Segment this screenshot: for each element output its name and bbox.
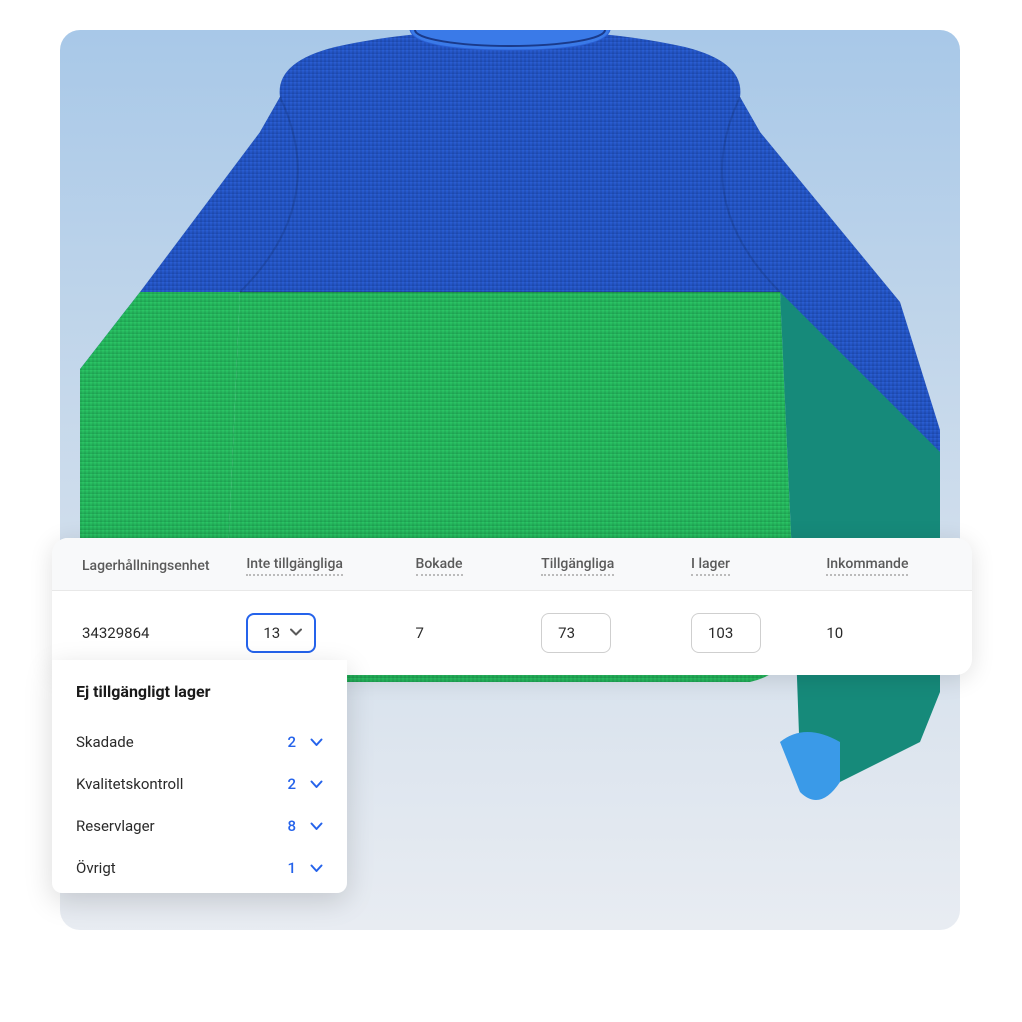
- dropdown-item-value: 8: [287, 817, 296, 835]
- dropdown-item-value: 2: [287, 775, 296, 793]
- instock-value: 103: [708, 624, 733, 642]
- dropdown-item-kvalitetskontroll[interactable]: Kvalitetskontroll 2: [76, 763, 323, 805]
- header-unavailable[interactable]: Inte tillgängliga: [246, 556, 343, 576]
- chevron-down-icon: [310, 864, 323, 873]
- chevron-down-icon: [290, 628, 300, 638]
- cell-booked: 7: [416, 624, 424, 642]
- dropdown-item-reservlager[interactable]: Reservlager 8: [76, 805, 323, 847]
- dropdown-item-value: 1: [287, 859, 296, 877]
- chevron-down-icon: [310, 822, 323, 831]
- header-instock[interactable]: I lager: [691, 556, 730, 576]
- dropdown-item-label: Reservlager: [76, 817, 155, 835]
- chevron-down-icon: [310, 738, 323, 747]
- available-input[interactable]: 73: [541, 613, 611, 653]
- instock-input[interactable]: 103: [691, 613, 761, 653]
- cell-incoming: 10: [826, 624, 843, 642]
- chevron-down-icon: [310, 780, 323, 789]
- dropdown-item-label: Övrigt: [76, 859, 116, 877]
- unavailable-dropdown[interactable]: 13: [246, 613, 316, 653]
- table-header-row: Lagerhållningsenhet Inte tillgängliga Bo…: [52, 538, 972, 591]
- dropdown-title: Ej tillgängligt lager: [76, 682, 323, 701]
- unavailable-value: 13: [263, 624, 280, 642]
- dropdown-item-skadade[interactable]: Skadade 2: [76, 721, 323, 763]
- header-available[interactable]: Tillgängliga: [541, 556, 614, 576]
- dropdown-item-value: 2: [287, 733, 296, 751]
- available-value: 73: [558, 624, 575, 642]
- header-booked[interactable]: Bokade: [416, 556, 463, 576]
- cell-sku: 34329864: [82, 624, 149, 642]
- dropdown-item-label: Skadade: [76, 733, 134, 751]
- dropdown-item-label: Kvalitetskontroll: [76, 775, 183, 793]
- header-sku: Lagerhållningsenhet: [82, 558, 209, 574]
- unavailable-dropdown-panel: Ej tillgängligt lager Skadade 2 Kvalitet…: [52, 660, 347, 893]
- dropdown-item-ovrigt[interactable]: Övrigt 1: [76, 847, 323, 889]
- header-incoming[interactable]: Inkommande: [826, 556, 908, 576]
- inventory-table: Lagerhållningsenhet Inte tillgängliga Bo…: [52, 538, 972, 675]
